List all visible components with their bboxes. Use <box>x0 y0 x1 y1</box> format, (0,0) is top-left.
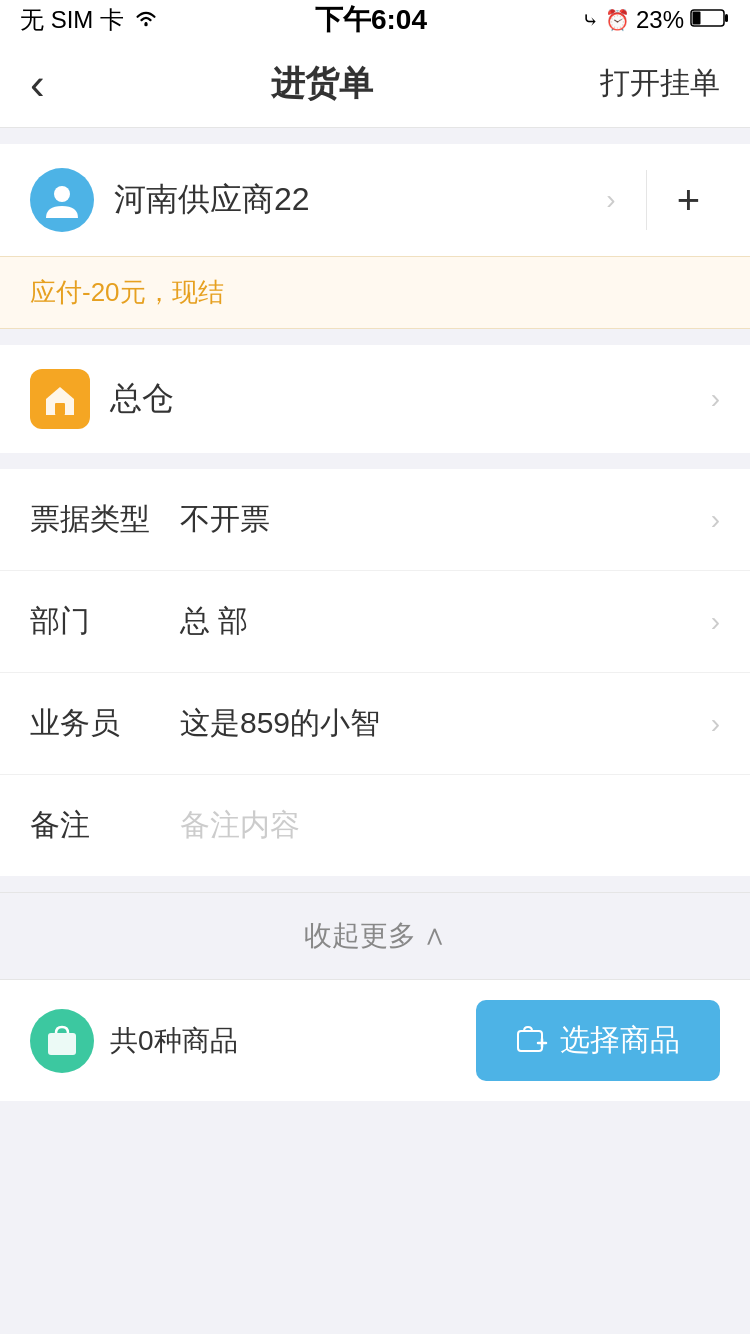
battery-text: 23% <box>636 6 684 34</box>
supplier-section: 河南供应商22 › + 应付-20元，现结 <box>0 144 750 329</box>
form-row-invoice[interactable]: 票据类型 不开票 › <box>0 469 750 571</box>
form-row-department[interactable]: 部门 总 部 › <box>0 571 750 673</box>
svg-rect-3 <box>725 14 728 22</box>
collapse-bar[interactable]: 收起更多 ∧ <box>0 892 750 979</box>
add-supplier-button[interactable]: + <box>657 178 720 223</box>
location-icon: ⤷ <box>582 8 599 32</box>
remark-label: 备注 <box>30 805 150 846</box>
status-bar: 无 SIM 卡 下午6:04 ⤷ ⏰ 23% <box>0 0 750 40</box>
svg-point-0 <box>144 23 147 26</box>
invoice-label: 票据类型 <box>30 499 150 540</box>
warehouse-section: 总仓 › <box>0 345 750 453</box>
nav-bar: ‹ 进货单 打开挂单 <box>0 40 750 128</box>
department-value: 总 部 <box>180 601 701 642</box>
svg-point-4 <box>54 186 70 202</box>
notice-banner: 应付-20元，现结 <box>0 256 750 329</box>
form-section: 票据类型 不开票 › 部门 总 部 › 业务员 这是859的小智 › 备注 备注… <box>0 469 750 876</box>
select-product-button[interactable]: 选择商品 <box>476 1000 720 1081</box>
svg-rect-5 <box>55 403 65 415</box>
department-label: 部门 <box>30 601 150 642</box>
gray-fill <box>0 1101 750 1334</box>
status-right: ⤷ ⏰ 23% <box>582 6 730 34</box>
product-icon <box>30 1009 94 1073</box>
supplier-avatar <box>30 168 94 232</box>
supplier-row: 河南供应商22 › + <box>0 144 750 256</box>
page-title: 进货单 <box>271 61 373 107</box>
salesperson-label: 业务员 <box>30 703 150 744</box>
supplier-main[interactable]: 河南供应商22 <box>30 168 606 232</box>
form-row-remark[interactable]: 备注 备注内容 <box>0 775 750 876</box>
salesperson-arrow-icon: › <box>711 708 720 740</box>
supplier-divider <box>646 170 647 230</box>
warehouse-arrow-icon: › <box>711 383 720 415</box>
product-count-text: 共0种商品 <box>110 1022 238 1060</box>
form-row-salesperson[interactable]: 业务员 这是859的小智 › <box>0 673 750 775</box>
product-count-area: 共0种商品 <box>30 1009 456 1073</box>
wifi-icon <box>132 6 160 34</box>
alarm-icon: ⏰ <box>605 8 630 32</box>
warehouse-name: 总仓 <box>110 377 711 421</box>
salesperson-value: 这是859的小智 <box>180 703 701 744</box>
invoice-arrow-icon: › <box>711 504 720 536</box>
select-product-label: 选择商品 <box>560 1020 680 1061</box>
status-time: 下午6:04 <box>315 1 427 39</box>
department-arrow-icon: › <box>711 606 720 638</box>
supplier-name: 河南供应商22 <box>114 178 310 222</box>
notice-text: 应付-20元，现结 <box>30 277 224 307</box>
carrier-text: 无 SIM 卡 <box>20 4 124 36</box>
svg-rect-2 <box>692 12 700 25</box>
back-button[interactable]: ‹ <box>30 59 45 109</box>
supplier-arrow-icon: › <box>606 184 615 216</box>
warehouse-icon <box>30 369 90 429</box>
svg-rect-7 <box>518 1031 542 1051</box>
bottom-bar: 共0种商品 选择商品 <box>0 979 750 1101</box>
collapse-label: 收起更多 ∧ <box>304 920 447 951</box>
battery-icon <box>690 6 730 34</box>
warehouse-row[interactable]: 总仓 › <box>0 345 750 453</box>
remark-input[interactable]: 备注内容 <box>180 805 720 846</box>
status-left: 无 SIM 卡 <box>20 4 160 36</box>
open-pending-button[interactable]: 打开挂单 <box>600 63 720 104</box>
svg-rect-6 <box>48 1033 76 1055</box>
invoice-value: 不开票 <box>180 499 701 540</box>
